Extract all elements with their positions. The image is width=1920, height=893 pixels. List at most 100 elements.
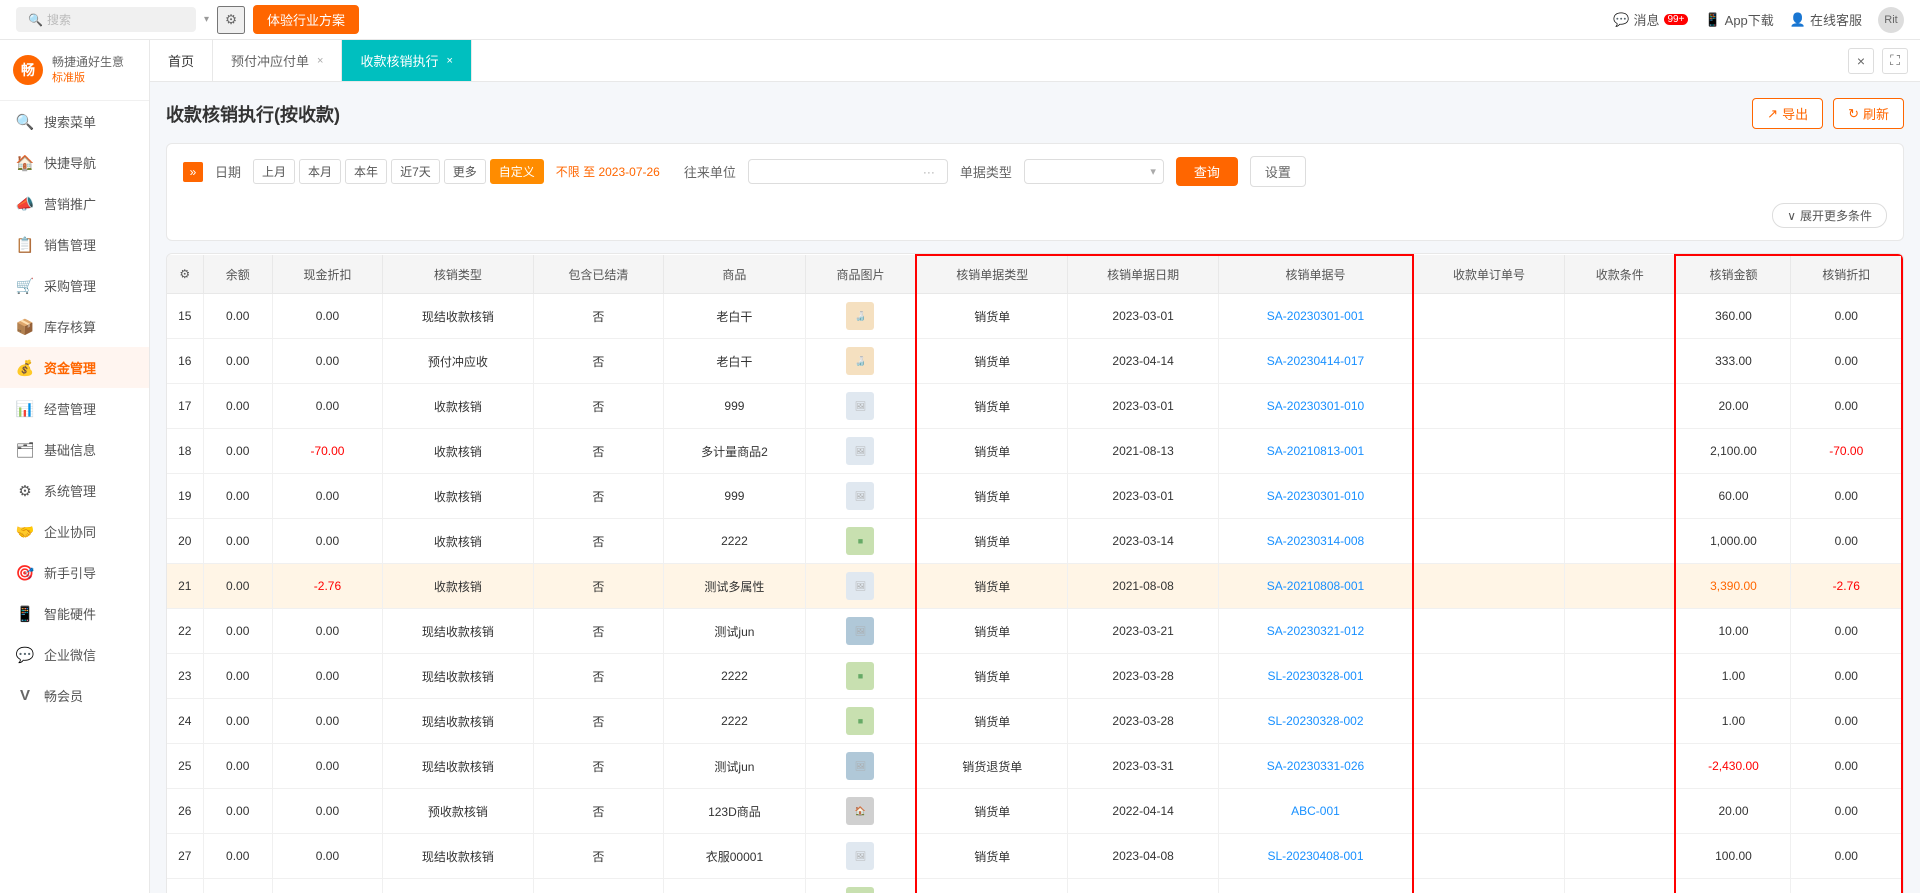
row-include-settled: 否 (533, 519, 663, 564)
document-type-select-wrap[interactable] (1024, 159, 1164, 184)
row-index: 22 (167, 609, 203, 654)
row-bill-date: 2022-04-14 (1068, 789, 1219, 834)
maximize-tab-button[interactable]: ⛶ (1882, 48, 1908, 74)
row-writeoff-discount: 0.00 (1791, 609, 1902, 654)
app-download-button[interactable]: 📱 App下载 (1704, 10, 1773, 29)
refresh-button[interactable]: ↻ 刷新 (1833, 98, 1904, 129)
expand-more-button[interactable]: ∨ 展开更多条件 (1772, 203, 1887, 228)
sidebar-item-system[interactable]: ⚙ 系统管理 (0, 470, 149, 511)
sidebar-item-wechat[interactable]: 💬 企业微信 (0, 634, 149, 675)
bill-no-link[interactable]: SA-20210813-001 (1267, 444, 1364, 458)
row-bill-no[interactable]: SL-20230418-001 (1218, 879, 1413, 893)
gear-button[interactable]: ⚙ (217, 6, 245, 34)
from-unit-input[interactable] (759, 164, 919, 179)
bill-no-link[interactable]: SL-20230328-002 (1267, 714, 1363, 728)
row-balance: 0.00 (203, 339, 272, 384)
ellipsis-button[interactable]: ··· (923, 165, 935, 179)
custom-date-button[interactable]: 自定义 (490, 159, 544, 184)
this-year-button[interactable]: 本年 (345, 159, 387, 184)
last-month-button[interactable]: 上月 (253, 159, 295, 184)
sidebar-item-sales[interactable]: 📋 销售管理 (0, 224, 149, 265)
row-product: 测试jun (664, 609, 806, 654)
bill-no-link[interactable]: SA-20230331-026 (1267, 759, 1364, 773)
bill-no-link[interactable]: SA-20230301-010 (1267, 399, 1364, 413)
sidebar-item-guide[interactable]: 🎯 新手引导 (0, 552, 149, 593)
tab-prepay[interactable]: 预付冲应付单 × (213, 40, 342, 81)
bill-no-link[interactable]: SA-20210808-001 (1267, 579, 1364, 593)
sidebar-item-operation[interactable]: 📊 经营管理 (0, 388, 149, 429)
row-bill-no[interactable]: SA-20230314-008 (1218, 519, 1413, 564)
tab-receipt[interactable]: 收款核销执行 × (342, 40, 471, 81)
row-bill-date: 2023-03-01 (1068, 384, 1219, 429)
export-button[interactable]: ↗ 导出 (1752, 98, 1823, 129)
close-tab-button[interactable]: × (1848, 48, 1874, 74)
bill-no-link[interactable]: SA-20230414-017 (1267, 354, 1364, 368)
sidebar-item-basic[interactable]: 🗂 基础信息 (0, 429, 149, 470)
row-bill-no[interactable]: SL-20230328-001 (1218, 654, 1413, 699)
row-bill-type: 销货单 (916, 474, 1068, 519)
row-product-image: 🖼 (805, 564, 916, 609)
row-writeoff-discount: 0.00 (1791, 339, 1902, 384)
row-bill-type: 销货单 (916, 609, 1068, 654)
row-bill-no[interactable]: SA-20210813-001 (1218, 429, 1413, 474)
tab-prepay-close-icon[interactable]: × (317, 55, 323, 67)
sidebar-item-enterprise[interactable]: 🤝 企业协同 (0, 511, 149, 552)
bill-no-link[interactable]: SA-20230314-008 (1267, 534, 1364, 548)
sidebar-item-enterprise-label: 企业协同 (44, 522, 96, 541)
row-bill-no[interactable]: SA-20210808-001 (1218, 564, 1413, 609)
user-avatar[interactable]: Rit (1878, 7, 1904, 33)
row-writeoff-discount: -70.00 (1791, 429, 1902, 474)
sidebar-item-member[interactable]: V 畅会员 (0, 675, 149, 716)
document-type-select[interactable] (1024, 159, 1164, 184)
dropdown-arrow-icon[interactable]: ▾ (204, 14, 209, 25)
row-bill-no[interactable]: SL-20230328-002 (1218, 699, 1413, 744)
bill-no-link[interactable]: SL-20230408-001 (1267, 849, 1363, 863)
sidebar-item-search[interactable]: 🔍 搜索菜单 (0, 101, 149, 142)
settings-button[interactable]: 设置 (1250, 156, 1306, 187)
bill-no-link[interactable]: SA-20230321-012 (1267, 624, 1364, 638)
this-month-button[interactable]: 本月 (299, 159, 341, 184)
row-bill-no[interactable]: SA-20230301-001 (1218, 294, 1413, 339)
sidebar-item-hardware[interactable]: 📱 智能硬件 (0, 593, 149, 634)
row-product: 123D商品 (664, 789, 806, 834)
trial-button[interactable]: 体验行业方案 (253, 5, 359, 34)
sidebar: 畅 畅捷通好生意 标准版 🔍 搜索菜单 🏠 快捷导航 📣 营销推广 📋 (0, 40, 150, 893)
sidebar-item-shortcut[interactable]: 🏠 快捷导航 (0, 142, 149, 183)
query-button[interactable]: 查询 (1176, 157, 1238, 186)
row-product-image: 🖼 (805, 834, 916, 879)
from-unit-input-wrap[interactable]: ··· (748, 159, 948, 184)
row-balance: 0.00 (203, 699, 272, 744)
message-button[interactable]: 💬 消息 99+ (1613, 10, 1688, 29)
date-buttons: 上月 本月 本年 近7天 更多 自定义 (253, 159, 544, 184)
table-container[interactable]: ⚙ 余额 现金折扣 核销类型 包含已结清 商品 商品图片 核销单据类型 核销单据… (167, 254, 1903, 893)
settings-col-header[interactable]: ⚙ (167, 255, 203, 294)
collapse-filter-button[interactable]: » (183, 162, 203, 182)
row-bill-no[interactable]: SL-20230408-001 (1218, 834, 1413, 879)
bill-no-link[interactable]: ABC-001 (1291, 804, 1340, 818)
row-writeoff-type: 预收款核销 (383, 789, 534, 834)
svg-text:畅: 畅 (21, 62, 35, 78)
bill-no-link[interactable]: SL-20230328-001 (1267, 669, 1363, 683)
bill-no-link[interactable]: SA-20230301-001 (1267, 309, 1364, 323)
search-box[interactable]: 🔍 搜索 (16, 7, 196, 32)
tab-home[interactable]: 首页 (150, 40, 213, 81)
row-bill-no[interactable]: SA-20230301-010 (1218, 474, 1413, 519)
sidebar-item-inventory[interactable]: 📦 库存核算 (0, 306, 149, 347)
row-bill-no[interactable]: SA-20230321-012 (1218, 609, 1413, 654)
sidebar-item-finance[interactable]: 💰 资金管理 (0, 347, 149, 388)
sidebar-item-purchase[interactable]: 🛒 采购管理 (0, 265, 149, 306)
row-bill-no[interactable]: SA-20230331-026 (1218, 744, 1413, 789)
sidebar-item-marketing[interactable]: 📣 营销推广 (0, 183, 149, 224)
row-product: 2222 (664, 519, 806, 564)
row-receipt-condition (1565, 699, 1676, 744)
online-service-button[interactable]: 👤 在线客服 (1790, 10, 1862, 29)
last-7days-button[interactable]: 近7天 (391, 159, 440, 184)
more-date-button[interactable]: 更多 (444, 159, 486, 184)
tab-receipt-close-icon[interactable]: × (446, 55, 452, 67)
row-bill-no[interactable]: SA-20230414-017 (1218, 339, 1413, 384)
bill-no-link[interactable]: SA-20230301-010 (1267, 489, 1364, 503)
table-settings-icon[interactable]: ⚙ (179, 267, 190, 281)
row-bill-no[interactable]: SA-20230301-010 (1218, 384, 1413, 429)
row-balance: 0.00 (203, 654, 272, 699)
row-bill-no[interactable]: ABC-001 (1218, 789, 1413, 834)
